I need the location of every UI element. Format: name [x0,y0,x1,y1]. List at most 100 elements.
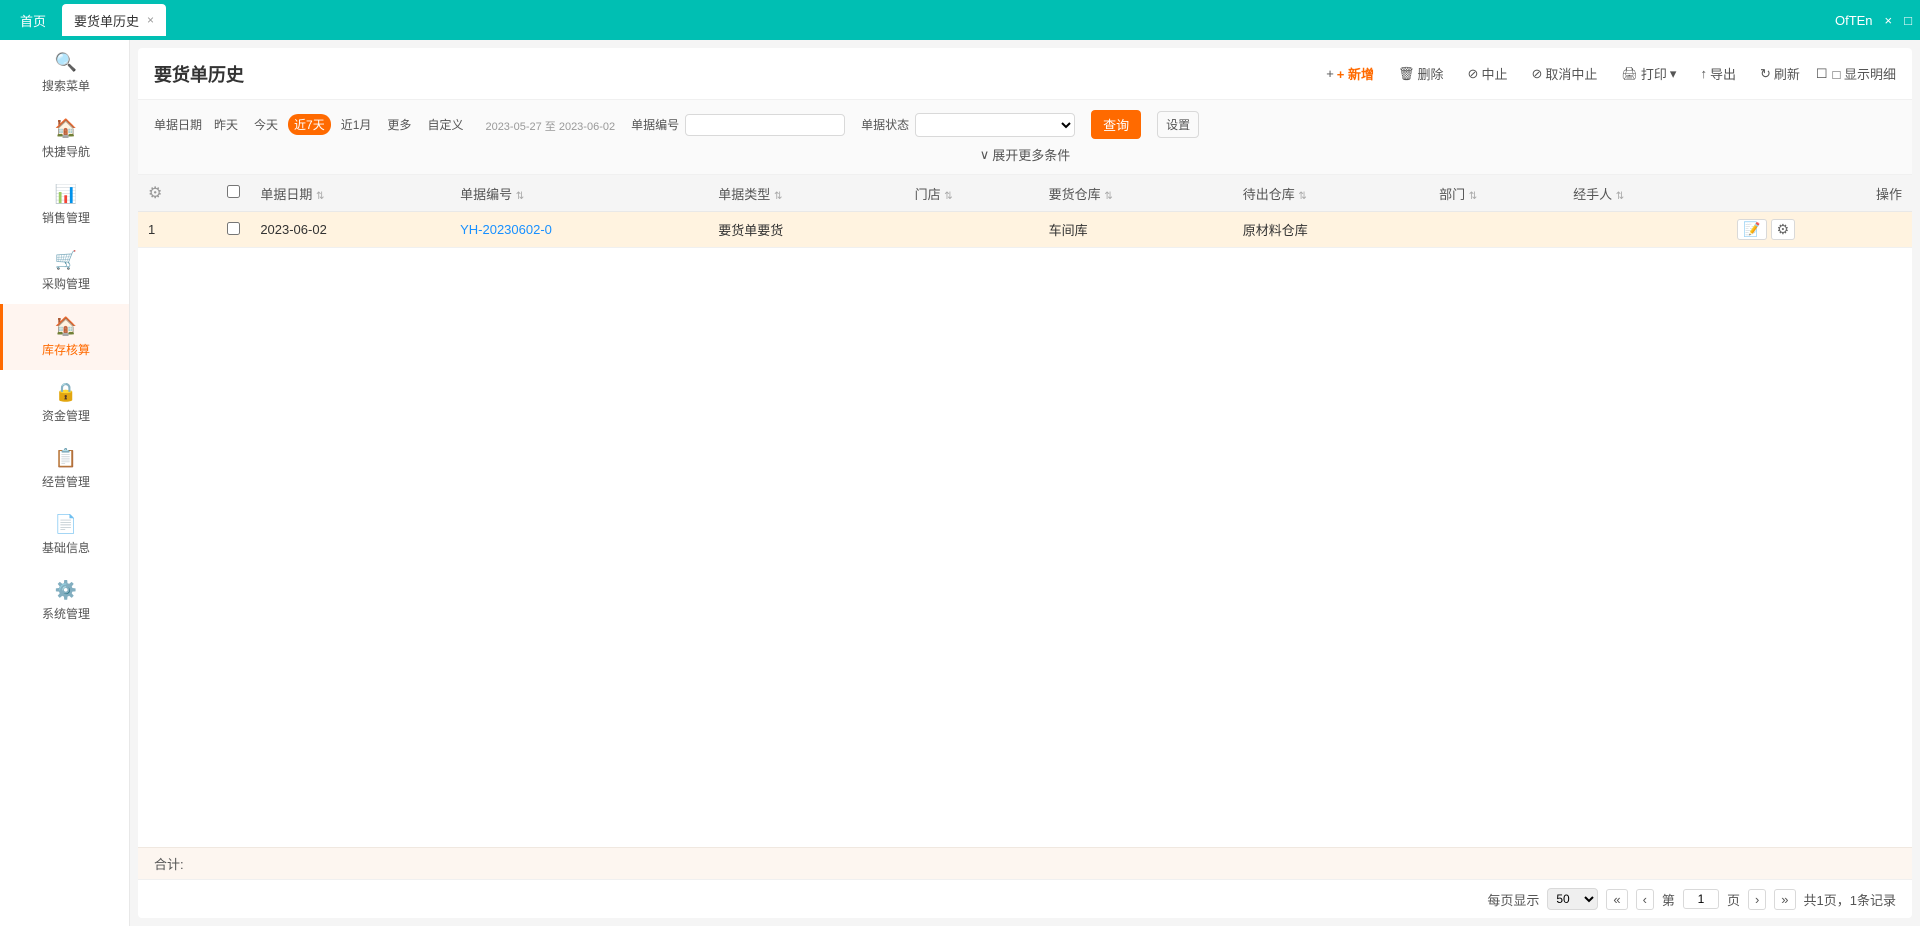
page-suffix: 页 [1727,890,1740,909]
sidebar-item-sales-mgmt[interactable]: 📊 销售管理 [0,172,129,238]
status-select[interactable] [915,113,1075,137]
sidebar-item-quick-nav[interactable]: 🏠 快捷导航 [0,106,129,172]
per-page-label: 每页显示 [1487,890,1539,909]
sidebar-item-ops-mgmt[interactable]: 📋 经营管理 [0,436,129,502]
date-shortcut-more[interactable]: 更多 [381,114,417,135]
cancel-stop-button[interactable]: ⊘ 取消中止 [1523,60,1605,87]
total-info: 共1页，1条记录 [1804,890,1896,909]
table-row: 1 2023-06-02 YH-20230602-0 要货单要货 车间库 原材料… [138,212,1912,248]
date-shortcut-1month[interactable]: 近1月 [335,114,378,135]
settings-button[interactable]: 设置 [1157,111,1199,138]
add-button[interactable]: + + 新增 [1318,60,1382,87]
sidebar-item-system-mgmt[interactable]: ⚙️ 系统管理 [0,568,129,634]
cell-dept [1429,212,1563,248]
table-settings-icon[interactable]: ⚙ [148,185,162,202]
col-dept-label: 部门 [1439,187,1465,202]
sidebar-item-inventory[interactable]: 🏠 库存核算 [0,304,129,370]
show-detail-button[interactable]: ☐ □ 显示明细 [1816,64,1896,83]
page-input[interactable] [1683,889,1719,909]
sidebar-item-basic-info[interactable]: 📄 基础信息 [0,502,129,568]
cell-order-type: 要货单要货 [708,212,904,248]
date-filter-label: 单据日期 [154,116,202,133]
col-pending-warehouse-sort-icon: ⇅ [1298,191,1306,202]
first-page-btn[interactable]: « [1606,889,1627,910]
per-page-select[interactable]: 50 10 20 100 [1547,888,1598,910]
col-actions: 操作 [1727,175,1912,212]
col-dept[interactable]: 部门 ⇅ [1429,175,1563,212]
order-no-input[interactable] [685,114,845,136]
cell-order-no[interactable]: YH-20230602-0 [450,212,708,248]
query-button[interactable]: 查询 [1091,110,1141,139]
window-minimize-btn[interactable]: □ [1904,13,1912,28]
export-icon: ↑ [1700,66,1707,81]
page-header: 要货单历史 + + 新增 🗑 删除 ⊘ 中止 ⊘ [138,48,1912,100]
date-shortcut-7days[interactable]: 近7天 [288,114,331,135]
print-button[interactable]: 🖨 打印 ▾ [1613,60,1684,87]
status-label: 单据状态 [861,116,909,133]
stop-icon: ⊘ [1468,66,1479,82]
col-order-type[interactable]: 单据类型 ⇅ [708,175,904,212]
date-shortcut-yesterday[interactable]: 昨天 [208,114,244,135]
last-page-btn[interactable]: » [1774,889,1795,910]
expand-more-button[interactable]: ∨ 展开更多条件 [154,145,1896,164]
chevron-down-icon: ∨ [980,147,990,163]
date-shortcut-today[interactable]: 今天 [248,114,284,135]
select-all-checkbox[interactable] [227,185,240,198]
stop-button[interactable]: ⊘ 中止 [1460,60,1516,87]
col-settings[interactable]: ⚙ [138,175,217,212]
tab-requisition-history[interactable]: 要货单历史 × [62,4,166,36]
cell-actions: 📝 ⚙ [1727,212,1912,248]
col-req-warehouse[interactable]: 要货仓库 ⇅ [1039,175,1233,212]
order-no-label: 单据编号 [631,116,679,133]
page: 要货单历史 + + 新增 🗑 删除 ⊘ 中止 ⊘ [138,48,1912,918]
filter-row: 单据日期 昨天 今天 近7天 近1月 更多 自定义 2023-05-27 至 2… [154,110,1896,139]
show-detail-checkbox-icon: ☐ [1816,66,1828,82]
sidebar-item-finance-mgmt[interactable]: 🔒 资金管理 [0,370,129,436]
print-dropdown-icon: ▾ [1670,66,1677,82]
quick-nav-icon: 🏠 [55,118,77,139]
sidebar: 🔍 搜索菜单 🏠 快捷导航 📊 销售管理 🛒 采购管理 🏠 库存核算 🔒 资金管… [0,40,130,926]
row-checkbox[interactable] [227,222,240,235]
print-icon: 🖨 [1621,66,1638,82]
window-close-btn[interactable]: × [1885,13,1893,28]
delete-button[interactable]: 🗑 删除 [1390,60,1452,87]
col-handler[interactable]: 经手人 ⇅ [1563,175,1727,212]
table-header-row: ⚙ 单据日期 ⇅ 单据编号 ⇅ [138,175,1912,212]
content-area: 要货单历史 + + 新增 🗑 删除 ⊘ 中止 ⊘ [130,40,1920,926]
sidebar-item-basic-info-label: 基础信息 [42,539,90,556]
sidebar-item-system-mgmt-label: 系统管理 [42,605,90,622]
col-order-no[interactable]: 单据编号 ⇅ [450,175,708,212]
date-shortcut-custom[interactable]: 自定义 [421,114,469,135]
cell-store [905,212,1039,248]
expand-more-label: 展开更多条件 [992,145,1070,164]
refresh-button[interactable]: ↻ 刷新 [1752,60,1808,87]
sidebar-item-search-menu[interactable]: 🔍 搜索菜单 [0,40,129,106]
add-icon: + [1326,66,1334,81]
col-order-no-sort-icon: ⇅ [516,191,524,202]
tab-home-label: 首页 [20,11,46,30]
export-label: 导出 [1710,64,1736,83]
purchase-mgmt-icon: 🛒 [55,250,77,271]
col-order-type-sort-icon: ⇅ [774,191,782,202]
col-pending-warehouse[interactable]: 待出仓库 ⇅ [1233,175,1429,212]
print-label: 打印 [1641,64,1667,83]
row-edit-btn[interactable]: 📝 [1737,219,1766,240]
sidebar-item-search-menu-label: 搜索菜单 [42,77,90,94]
export-button[interactable]: ↑ 导出 [1692,60,1744,87]
sidebar-item-purchase-mgmt[interactable]: 🛒 采购管理 [0,238,129,304]
often-label[interactable]: OfTEn [1835,13,1873,28]
col-date[interactable]: 单据日期 ⇅ [250,175,450,212]
next-page-btn[interactable]: › [1748,889,1766,910]
top-bar-right: OfTEn × □ [1835,13,1912,28]
col-checkbox [217,175,250,212]
cancel-stop-icon: ⊘ [1531,66,1542,82]
delete-label: 删除 [1418,64,1444,83]
pagination: 每页显示 50 10 20 100 « ‹ 第 页 › » 共1页，1条记录 [138,879,1912,918]
tab-home[interactable]: 首页 [8,4,58,36]
show-detail-label: □ 显示明细 [1833,64,1896,83]
tab-close-icon[interactable]: × [147,13,154,27]
prev-page-btn[interactable]: ‹ [1636,889,1654,910]
date-range-group: 2023-05-27 至 2023-06-02 [485,116,615,134]
row-detail-btn[interactable]: ⚙ [1771,219,1796,240]
col-store[interactable]: 门店 ⇅ [905,175,1039,212]
